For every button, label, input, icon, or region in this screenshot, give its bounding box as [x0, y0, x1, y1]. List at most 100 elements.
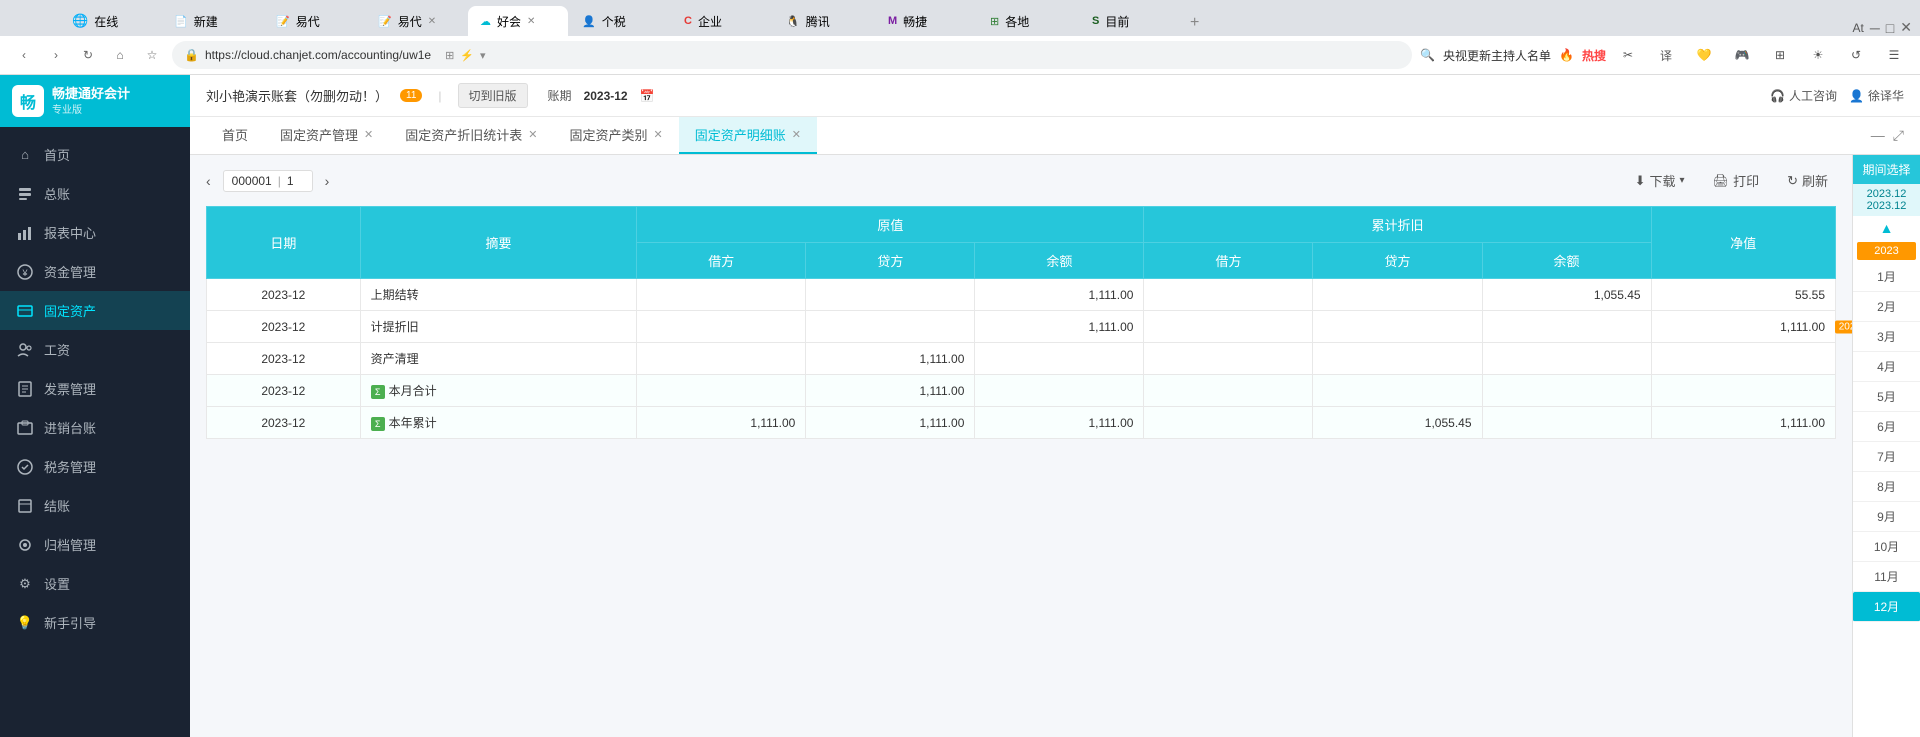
cell-summary: 上期结转	[360, 279, 637, 311]
cell-summary: Σ本月合计	[360, 375, 637, 407]
download-btn[interactable]: ⬇ 下载 ▾	[1627, 167, 1693, 194]
period-month-3[interactable]: 3月	[1853, 322, 1920, 352]
browser-tab-qiye[interactable]: C 企业	[672, 6, 772, 36]
tab-asset-category[interactable]: 固定资产类别 ✕	[553, 117, 678, 154]
browser-tab-geshui[interactable]: 👤 个税	[570, 6, 670, 36]
maximize-btn[interactable]: □	[1886, 20, 1894, 36]
sidebar-item-archive[interactable]: 归档管理	[0, 525, 190, 564]
tab-minimize-icon[interactable]: —	[1871, 127, 1885, 144]
chevron-down-icon[interactable]: ▾	[480, 49, 486, 62]
translate-icon[interactable]: 译	[1652, 41, 1680, 69]
refresh-btn[interactable]: ↻ 刷新	[1779, 167, 1836, 194]
browser-tab-tengxun[interactable]: 🐧 腾讯	[774, 6, 874, 36]
bookmark-button[interactable]: ☆	[140, 43, 164, 67]
logo-text: 畅	[20, 89, 36, 113]
sidebar-item-reports[interactable]: 报表中心	[0, 213, 190, 252]
forward-button[interactable]: ›	[44, 43, 68, 67]
browser-tab-gedi[interactable]: ⊞ 各地	[978, 6, 1078, 36]
period-month-2[interactable]: 2月	[1853, 292, 1920, 322]
period-month-10[interactable]: 10月	[1853, 532, 1920, 562]
period-month-9[interactable]: 9月	[1853, 502, 1920, 532]
browser-tab-haohui[interactable]: ☁ 好会 ✕	[468, 6, 568, 36]
browser-tab-yidai2[interactable]: 📝 易代 ✕	[366, 6, 466, 36]
tab-depreciation-stats[interactable]: 固定资产折旧统计表 ✕	[389, 117, 553, 154]
sidebar-item-funds[interactable]: ¥ 资金管理	[0, 252, 190, 291]
table-row-monthly-total: 2023-12 Σ本月合计 1,111.00	[207, 375, 1836, 407]
browser-tab-changjie[interactable]: M 畅捷	[876, 6, 976, 36]
menu-icon[interactable]: ☰	[1880, 41, 1908, 69]
cut-icon[interactable]: ✂	[1614, 41, 1642, 69]
user-btn[interactable]: 👤 徐译华	[1849, 87, 1904, 104]
tab-asset-detail[interactable]: 固定资产明细账 ✕	[679, 117, 817, 154]
year-back-badge[interactable]: 2023	[1857, 242, 1916, 260]
browser-tab-muqian[interactable]: S 目前	[1080, 6, 1180, 36]
tab-actions: — ⤢	[1871, 127, 1904, 144]
cell-dep-credit	[1313, 343, 1482, 375]
minimize-btn[interactable]: ─	[1870, 20, 1880, 36]
sidebar-item-purchase-sales[interactable]: 进销台账	[0, 408, 190, 447]
address-bar[interactable]: 🔒 https://cloud.chanjet.com/accounting/u…	[172, 41, 1412, 69]
undo-icon[interactable]: ↺	[1842, 41, 1870, 69]
ssl-lock-icon: 🔒	[184, 48, 199, 62]
account-page-text: 1	[287, 174, 294, 188]
period-month-1[interactable]: 1月	[1853, 262, 1920, 292]
grid-icon[interactable]: ⊞	[1766, 41, 1794, 69]
download-label: 下载	[1650, 171, 1676, 190]
calendar-icon[interactable]: 📅	[640, 89, 655, 103]
new-tab-button[interactable]: +	[1182, 10, 1207, 36]
period-month-12[interactable]: 12月	[1853, 592, 1920, 622]
sidebar-item-salary[interactable]: 工资	[0, 330, 190, 369]
game-icon[interactable]: 🎮	[1728, 41, 1756, 69]
reload-button[interactable]: ↻	[76, 43, 100, 67]
sidebar-item-guide[interactable]: 💡 新手引导	[0, 603, 190, 642]
period-month-5[interactable]: 5月	[1853, 382, 1920, 412]
cell-dep-debit	[1144, 279, 1313, 311]
back-button[interactable]: ‹	[12, 43, 36, 67]
hot-search-text: 热搜	[1582, 47, 1606, 64]
table-row-yearly-total: 2023-12 Σ本年累计 1,111.00 1,111.00 1,111.00…	[207, 407, 1836, 439]
print-btn[interactable]: 🖨 打印	[1705, 167, 1768, 194]
prev-arrow-btn[interactable]: ‹	[206, 173, 211, 189]
tab-expand-icon[interactable]: ⤢	[1893, 127, 1904, 144]
sidebar-item-home[interactable]: ⌂ 首页	[0, 135, 190, 174]
sidebar-item-fixed-assets[interactable]: 固定资产	[0, 291, 190, 330]
version-switch-btn[interactable]: 切到旧版	[458, 83, 528, 108]
period-month-11[interactable]: 11月	[1853, 562, 1920, 592]
tab-fixed-asset-mgmt[interactable]: 固定资产管理 ✕	[264, 117, 389, 154]
browser-tab-online[interactable]: 🌐 在线	[60, 6, 160, 36]
sidebar-item-invoice[interactable]: 发票管理	[0, 369, 190, 408]
app-container: 畅 畅捷通好会计 专业版 ⌂ 首页 总账 报表中心	[0, 75, 1920, 737]
table-row: 2023-12 上期结转 1,111.00 1,055.45 55.55	[207, 279, 1836, 311]
sidebar-item-label: 发票管理	[44, 379, 96, 398]
sidebar-item-tax[interactable]: 税务管理	[0, 447, 190, 486]
browser-tab-new[interactable]: 📄 新建	[162, 6, 262, 36]
browser-tab-yidai1[interactable]: 📝 易代	[264, 6, 364, 36]
tab-close-icon[interactable]: ✕	[364, 128, 373, 141]
tab-close-icon[interactable]: ✕	[528, 128, 537, 141]
sidebar-item-closing[interactable]: 结账	[0, 486, 190, 525]
cell-net-value: 1,111.00 2023	[1651, 311, 1835, 343]
tab-label: 好会	[497, 13, 521, 30]
period-up-btn[interactable]: ▲	[1853, 216, 1920, 240]
period-month-6[interactable]: 6月	[1853, 412, 1920, 442]
tab-close-icon[interactable]: ✕	[654, 128, 663, 141]
tab-home[interactable]: 首页	[206, 117, 264, 154]
sidebar-item-ledger[interactable]: 总账	[0, 174, 190, 213]
data-table: 日期 摘要 原值 累计折旧 净值 借方 贷方 余额 借方 贷方 余额	[206, 206, 1836, 439]
period-month-8[interactable]: 8月	[1853, 472, 1920, 502]
period-month-7[interactable]: 7月	[1853, 442, 1920, 472]
home-button[interactable]: ⌂	[108, 43, 132, 67]
tab-label: 固定资产管理	[280, 125, 358, 144]
support-btn[interactable]: 🎧 人工咨询	[1770, 87, 1837, 104]
tab-close-icon[interactable]: ✕	[792, 128, 801, 141]
wallet-icon[interactable]: 💛	[1690, 41, 1718, 69]
next-arrow-btn[interactable]: ›	[325, 173, 330, 189]
tab-close-icon[interactable]: ✕	[527, 16, 535, 27]
period-months: 2023 1月 2月 3月 4月 5月 6月 7月 8月 9月 10月 11月 …	[1853, 240, 1920, 737]
brightness-icon[interactable]: ☀	[1804, 41, 1832, 69]
period-month-4[interactable]: 4月	[1853, 352, 1920, 382]
sidebar-item-settings[interactable]: ⚙ 设置	[0, 564, 190, 603]
close-btn[interactable]: ✕	[1900, 19, 1912, 36]
top-bar: 刘小艳演示账套（勿删勿动！） 11 | 切到旧版 账期 2023-12 📅 🎧 …	[190, 75, 1920, 117]
tab-close-icon[interactable]: ✕	[428, 16, 436, 27]
